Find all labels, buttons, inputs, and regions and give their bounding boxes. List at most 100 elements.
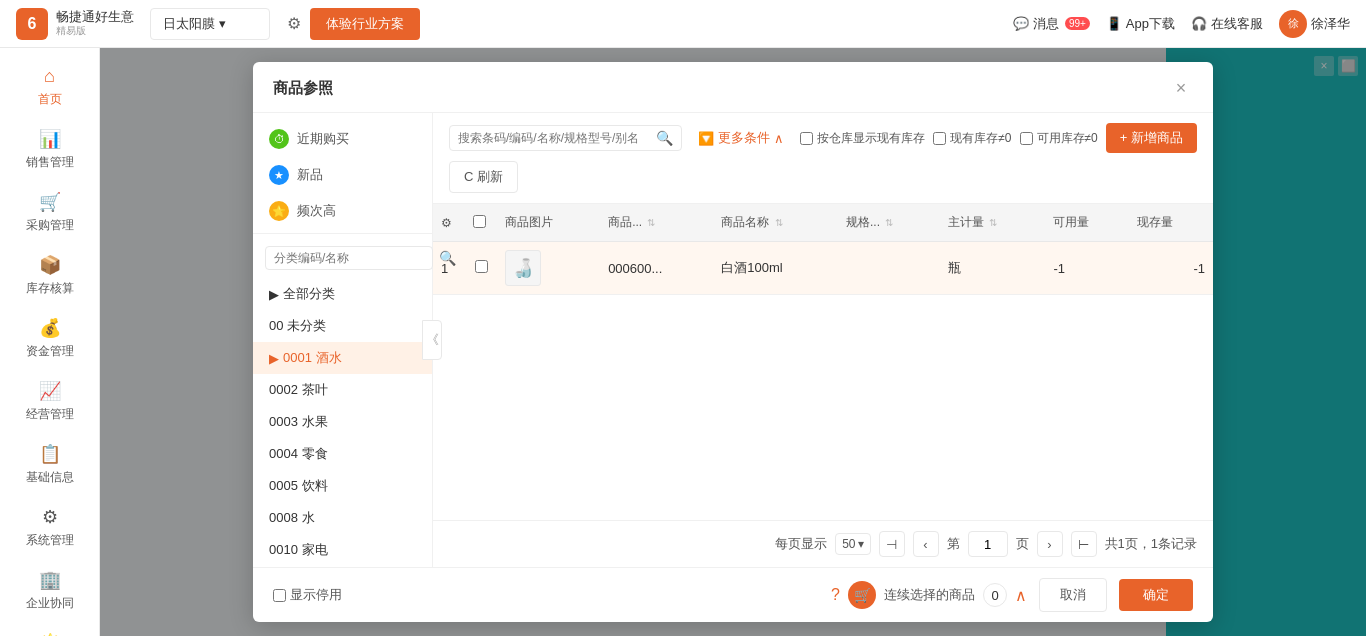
recent-icon: ⏱ (269, 129, 289, 149)
modal-overlay: 商品参照 × ⏱ 近期购买 ★ 新品 (100, 48, 1366, 636)
category-0002[interactable]: 0002 茶叶 (253, 374, 432, 406)
category-0005[interactable]: 0005 饮料 (253, 470, 432, 502)
checkbox-usable-input[interactable] (1020, 132, 1033, 145)
col-stock: 现存量 (1129, 204, 1213, 242)
cancel-button[interactable]: 取消 (1039, 578, 1107, 612)
next-page-button[interactable]: › (1037, 531, 1063, 557)
category-0001[interactable]: ▶ 0001 酒水 (253, 342, 432, 374)
add-product-button[interactable]: + 新增商品 (1106, 123, 1197, 153)
product-search-icon[interactable]: 🔍 (656, 130, 673, 146)
quick-filter-new[interactable]: ★ 新品 (253, 157, 432, 193)
sidebar-item-system[interactable]: ⚙ 系统管理 (0, 496, 99, 559)
checkbox-available-input[interactable] (933, 132, 946, 145)
guide-icon: 🌟 (39, 632, 61, 636)
category-00[interactable]: 00 未分类 (253, 310, 432, 342)
col-unit[interactable]: 主计量 ⇅ (940, 204, 1045, 242)
checkbox-available[interactable]: 现有库存≠0 (933, 130, 1011, 147)
cell-code: 000600... (600, 242, 713, 295)
messages-item[interactable]: 💬 消息 99+ (1013, 15, 1090, 33)
sidebar-item-sales[interactable]: 📊 销售管理 (0, 118, 99, 181)
product-table: ⚙ 商品图片 (433, 204, 1213, 295)
refresh-product-button[interactable]: C 刷新 (449, 161, 518, 193)
content-area: × ⬜ 查询 设置 刷新 商品参照 × (100, 48, 1366, 636)
category-0010[interactable]: 0010 家电 (253, 534, 432, 559)
category-0008-label: 0008 水 (269, 509, 315, 527)
product-thumbnail: 🍶 (505, 250, 541, 286)
user-item[interactable]: 徐 徐泽华 (1279, 10, 1350, 38)
category-0008[interactable]: 0008 水 (253, 502, 432, 534)
select-all-checkbox[interactable] (473, 215, 486, 228)
category-0003[interactable]: 0003 水果 (253, 406, 432, 438)
checkbox-warehouse-input[interactable] (800, 132, 813, 145)
modal-left-panel: ⏱ 近期购买 ★ 新品 ⭐ 频次高 (253, 113, 433, 567)
sidebar-item-purchase[interactable]: 🛒 采购管理 (0, 181, 99, 244)
settings-col-icon[interactable]: ⚙ (441, 216, 452, 230)
sidebar-item-operation[interactable]: 📈 经营管理 (0, 370, 99, 433)
sort-arrows-unit: ⇅ (989, 217, 997, 228)
page-label: 第 (947, 535, 960, 553)
page-number-input[interactable] (968, 531, 1008, 557)
category-0004[interactable]: 0004 零食 (253, 438, 432, 470)
avatar-initials: 徐 (1288, 16, 1299, 31)
col-available: 可用量 (1045, 204, 1129, 242)
nav-selector[interactable]: 日太阳膜 ▾ (150, 8, 270, 40)
last-page-button[interactable]: ⊢ (1071, 531, 1097, 557)
headset-icon: 🎧 (1191, 16, 1207, 31)
experience-button[interactable]: 体验行业方案 (310, 8, 420, 40)
inventory-icon: 📦 (39, 254, 61, 276)
confirm-button[interactable]: 确定 (1119, 579, 1193, 611)
col-settings: ⚙ (433, 204, 465, 242)
checkbox-warehouse[interactable]: 按仓库显示现有库存 (800, 130, 925, 147)
col-image: 商品图片 (497, 204, 600, 242)
checkbox-usable[interactable]: 可用库存≠0 (1020, 130, 1098, 147)
col-spec-label: 规格... (846, 215, 880, 229)
modal-close-button[interactable]: × (1169, 76, 1193, 100)
quick-new-label: 新品 (297, 166, 323, 184)
show-disabled-input[interactable] (273, 589, 286, 602)
avatar: 徐 (1279, 10, 1307, 38)
col-name[interactable]: 商品名称 ⇅ (713, 204, 838, 242)
product-modal: 商品参照 × ⏱ 近期购买 ★ 新品 (253, 62, 1213, 622)
sidebar-item-finance[interactable]: 💰 资金管理 (0, 307, 99, 370)
gear-icon[interactable]: ⚙ (278, 8, 310, 40)
category-0004-label: 0004 零食 (269, 445, 328, 463)
messages-label: 消息 (1033, 15, 1059, 33)
more-filter-button[interactable]: 🔽 更多条件 ∧ (690, 125, 792, 151)
category-search-icon[interactable]: 🔍 (439, 250, 456, 266)
prev-page-button[interactable]: ‹ (913, 531, 939, 557)
main-layout: ⌂ 首页 📊 销售管理 🛒 采购管理 📦 库存核算 💰 资金管理 📈 经营管理 … (0, 48, 1366, 636)
sidebar-item-inventory[interactable]: 📦 库存核算 (0, 244, 99, 307)
show-disabled-checkbox[interactable]: 显示停用 (273, 586, 342, 604)
new-icon: ★ (269, 165, 289, 185)
product-search-input[interactable] (458, 131, 650, 145)
cell-image: 🍶 (497, 242, 600, 295)
col-spec[interactable]: 规格... ⇅ (838, 204, 940, 242)
page-size-select[interactable]: 50 ▾ (835, 533, 870, 555)
quick-filter-freq[interactable]: ⭐ 频次高 (253, 193, 432, 229)
messages-badge: 99+ (1065, 17, 1090, 30)
sidebar-item-home[interactable]: ⌂ 首页 (0, 56, 99, 118)
page-size-value: 50 (842, 537, 855, 551)
sidebar-item-basic[interactable]: 📋 基础信息 (0, 433, 99, 496)
sidebar-item-enterprise[interactable]: 🏢 企业协同 (0, 559, 99, 622)
sales-icon: 📊 (39, 128, 61, 150)
cell-stock: -1 (1129, 242, 1213, 295)
category-all[interactable]: ▶ 全部分类 (253, 278, 432, 310)
sidebar-item-guide[interactable]: 🌟 新手引导 (0, 622, 99, 636)
cart-collapse-icon[interactable]: ∧ (1015, 586, 1027, 605)
online-service-label: 在线客服 (1211, 15, 1263, 33)
quick-filter-recent[interactable]: ⏱ 近期购买 (253, 121, 432, 157)
show-disabled-label: 显示停用 (290, 586, 342, 604)
first-page-button[interactable]: ⊣ (879, 531, 905, 557)
question-icon[interactable]: ? (831, 586, 840, 604)
col-code[interactable]: 商品... ⇅ (600, 204, 713, 242)
collapse-panel-button[interactable]: 《 (422, 320, 442, 360)
category-search-input[interactable] (265, 246, 433, 270)
table-row[interactable]: 1 🍶 000600... 白酒100ml (433, 242, 1213, 295)
message-icon: 💬 (1013, 16, 1029, 31)
app-download-item[interactable]: 📱 App下载 (1106, 15, 1175, 33)
cell-available: -1 (1045, 242, 1129, 295)
cart-icon[interactable]: 🛒 (848, 581, 876, 609)
online-service-item[interactable]: 🎧 在线客服 (1191, 15, 1263, 33)
row-checkbox[interactable] (475, 260, 488, 273)
